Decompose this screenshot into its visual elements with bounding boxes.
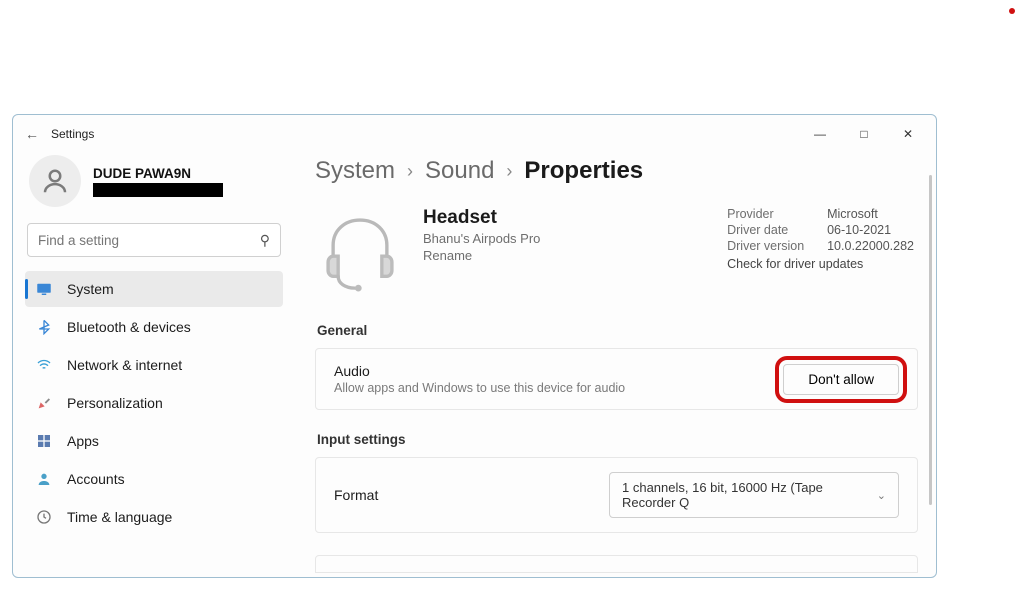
close-button[interactable]: ✕ xyxy=(886,119,930,149)
sidebar-item-label: System xyxy=(67,281,114,297)
sidebar-item-bluetooth[interactable]: Bluetooth & devices xyxy=(25,309,283,345)
format-select[interactable]: 1 channels, 16 bit, 16000 Hz (Tape Recor… xyxy=(609,472,899,518)
sidebar-item-label: Bluetooth & devices xyxy=(67,319,191,335)
search-box[interactable]: ⚲ xyxy=(27,223,281,257)
time-language-icon xyxy=(35,508,53,526)
avatar xyxy=(29,155,81,207)
audio-card-title: Audio xyxy=(334,363,625,379)
device-header: Headset Bhanu's Airpods Pro Rename Provi… xyxy=(315,207,934,297)
dont-allow-button[interactable]: Don't allow xyxy=(783,364,899,395)
breadcrumb-sound[interactable]: Sound xyxy=(425,157,494,185)
sidebar-item-accounts[interactable]: Accounts xyxy=(25,461,283,497)
provider-value: Microsoft xyxy=(827,207,914,221)
sidebar-item-label: Network & internet xyxy=(67,357,182,373)
stray-red-dot xyxy=(1009,8,1015,14)
sidebar-item-personalization[interactable]: Personalization xyxy=(25,385,283,421)
user-name: DUDE PAWA9N xyxy=(93,166,223,181)
search-icon: ⚲ xyxy=(260,232,270,249)
maximize-button[interactable]: □ xyxy=(842,119,886,149)
driver-date-label: Driver date xyxy=(727,223,819,237)
sidebar-item-label: Personalization xyxy=(67,395,163,411)
sidebar-item-network[interactable]: Network & internet xyxy=(25,347,283,383)
breadcrumb-properties: Properties xyxy=(524,157,643,185)
chevron-down-icon: ⌄ xyxy=(877,489,886,502)
sidebar-item-apps[interactable]: Apps xyxy=(25,423,283,459)
personalization-icon xyxy=(35,394,53,412)
driver-version-value: 10.0.22000.282 xyxy=(827,239,914,253)
user-block[interactable]: DUDE PAWA9N xyxy=(29,155,283,207)
sidebar-item-label: Apps xyxy=(67,433,99,449)
chevron-right-icon: › xyxy=(506,161,512,182)
headset-icon xyxy=(315,207,405,297)
main-content: System › Sound › Properties Headset xyxy=(293,153,936,577)
format-select-value: 1 channels, 16 bit, 16000 Hz (Tape Recor… xyxy=(622,480,867,510)
device-title: Headset xyxy=(423,207,540,229)
provider-label: Provider xyxy=(727,207,819,221)
scrollbar[interactable] xyxy=(929,175,932,505)
minimize-button[interactable]: — xyxy=(798,119,842,149)
window-title: Settings xyxy=(45,127,94,141)
titlebar: ← Settings — □ ✕ xyxy=(13,115,936,153)
audio-card: Audio Allow apps and Windows to use this… xyxy=(315,348,918,410)
sidebar-item-label: Time & language xyxy=(67,509,172,525)
back-button[interactable]: ← xyxy=(19,126,45,142)
device-subtitle: Bhanu's Airpods Pro xyxy=(423,231,540,246)
accounts-icon xyxy=(35,470,53,488)
breadcrumb: System › Sound › Properties xyxy=(315,157,934,185)
audio-card-subtitle: Allow apps and Windows to use this devic… xyxy=(334,381,625,395)
section-input-settings: Input settings xyxy=(317,432,934,447)
check-driver-updates-link[interactable]: Check for driver updates xyxy=(727,257,914,271)
driver-info: Provider Microsoft Driver date 06-10-202… xyxy=(727,207,914,271)
section-general: General xyxy=(317,323,934,338)
system-icon xyxy=(35,280,53,298)
sidebar-item-time-language[interactable]: Time & language xyxy=(25,499,283,535)
nav-list: System Bluetooth & devices Network & int… xyxy=(25,271,283,535)
chevron-right-icon: › xyxy=(407,161,413,182)
format-card: Format 1 channels, 16 bit, 16000 Hz (Tap… xyxy=(315,457,918,533)
user-email-redacted xyxy=(93,183,223,197)
sidebar-item-label: Accounts xyxy=(67,471,125,487)
apps-icon xyxy=(35,432,53,450)
sidebar: DUDE PAWA9N ⚲ System Bluetooth & devices xyxy=(13,153,293,577)
format-label: Format xyxy=(334,487,378,503)
network-icon xyxy=(35,356,53,374)
settings-window: ← Settings — □ ✕ DUDE PAWA9N ⚲ xyxy=(12,114,937,578)
next-card-partial xyxy=(315,555,918,573)
bluetooth-icon xyxy=(35,318,53,336)
breadcrumb-system[interactable]: System xyxy=(315,157,395,185)
driver-version-label: Driver version xyxy=(727,239,819,253)
driver-date-value: 06-10-2021 xyxy=(827,223,914,237)
sidebar-item-system[interactable]: System xyxy=(25,271,283,307)
rename-link[interactable]: Rename xyxy=(423,248,540,263)
search-input[interactable] xyxy=(38,233,260,248)
